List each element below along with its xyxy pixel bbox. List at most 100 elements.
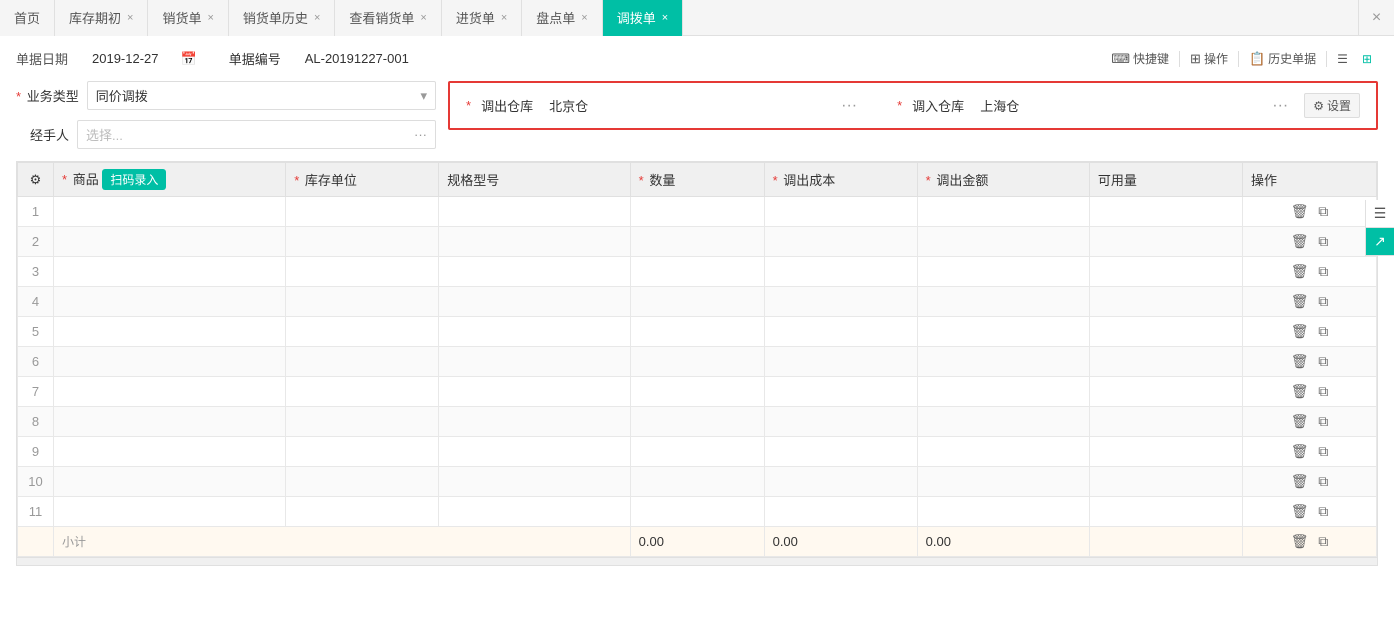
row-spec[interactable] — [439, 467, 630, 497]
subtotal-copy-icon[interactable]: ⧉ — [1318, 533, 1328, 549]
row-qty[interactable] — [630, 377, 764, 407]
row-product[interactable] — [54, 347, 286, 377]
tab-inventory-check[interactable]: 盘点单× — [522, 0, 602, 36]
tab-transfer[interactable]: 调拨单× — [603, 0, 683, 36]
row-cost[interactable] — [764, 497, 917, 527]
tab-close-sales-history[interactable]: × — [314, 12, 320, 24]
row-available[interactable] — [1089, 347, 1242, 377]
copy-row-button[interactable]: ⧉ — [1318, 473, 1328, 489]
tab-home[interactable]: 首页 — [0, 0, 55, 36]
row-qty[interactable] — [630, 287, 764, 317]
view-list-button[interactable]: ☰ — [1331, 50, 1354, 68]
row-spec[interactable] — [439, 407, 630, 437]
row-product[interactable] — [54, 437, 286, 467]
row-unit[interactable] — [286, 317, 439, 347]
row-amount[interactable] — [917, 197, 1089, 227]
row-cost[interactable] — [764, 467, 917, 497]
row-available[interactable] — [1089, 317, 1242, 347]
row-unit[interactable] — [286, 287, 439, 317]
row-qty[interactable] — [630, 407, 764, 437]
row-amount[interactable] — [917, 347, 1089, 377]
row-available[interactable] — [1089, 257, 1242, 287]
row-product[interactable] — [54, 257, 286, 287]
copy-row-button[interactable]: ⧉ — [1318, 503, 1328, 519]
subtotal-delete-icon[interactable]: 🗑 — [1291, 533, 1309, 549]
handler-more-icon[interactable]: ··· — [414, 127, 427, 142]
col-settings-header[interactable]: ⚙ — [18, 163, 54, 197]
operation-button[interactable]: ⊞ 操作 — [1184, 48, 1234, 69]
row-amount[interactable] — [917, 467, 1089, 497]
tab-close-transfer[interactable]: × — [662, 12, 668, 24]
row-amount[interactable] — [917, 497, 1089, 527]
row-unit[interactable] — [286, 497, 439, 527]
row-spec[interactable] — [439, 347, 630, 377]
row-cost[interactable] — [764, 317, 917, 347]
row-amount[interactable] — [917, 437, 1089, 467]
row-qty[interactable] — [630, 317, 764, 347]
row-product[interactable] — [54, 497, 286, 527]
row-amount[interactable] — [917, 227, 1089, 257]
tab-sales-order[interactable]: 销货单× — [148, 0, 228, 36]
transfer-in-more-icon[interactable]: ··· — [1272, 97, 1288, 115]
row-cost[interactable] — [764, 197, 917, 227]
row-product[interactable] — [54, 407, 286, 437]
delete-row-button[interactable]: 🗑 — [1291, 263, 1309, 279]
row-unit[interactable] — [286, 197, 439, 227]
copy-row-button[interactable]: ⧉ — [1318, 413, 1328, 429]
row-amount[interactable] — [917, 287, 1089, 317]
tab-view-sales[interactable]: 查看销货单× — [335, 0, 441, 36]
row-spec[interactable] — [439, 437, 630, 467]
row-product[interactable] — [54, 377, 286, 407]
row-cost[interactable] — [764, 437, 917, 467]
row-cost[interactable] — [764, 347, 917, 377]
view-grid-button[interactable]: ⊞ — [1356, 50, 1378, 68]
copy-row-button[interactable]: ⧉ — [1318, 323, 1328, 339]
delete-row-button[interactable]: 🗑 — [1291, 353, 1309, 369]
row-spec[interactable] — [439, 497, 630, 527]
delete-row-button[interactable]: 🗑 — [1291, 323, 1309, 339]
copy-row-button[interactable]: ⧉ — [1318, 293, 1328, 309]
copy-row-button[interactable]: ⧉ — [1318, 353, 1328, 369]
tab-sales-history[interactable]: 销货单历史× — [229, 0, 335, 36]
delete-row-button[interactable]: 🗑 — [1291, 203, 1309, 219]
delete-row-button[interactable]: 🗑 — [1291, 473, 1309, 489]
row-amount[interactable] — [917, 407, 1089, 437]
row-amount[interactable] — [917, 317, 1089, 347]
row-qty[interactable] — [630, 227, 764, 257]
delete-row-button[interactable]: 🗑 — [1291, 233, 1309, 249]
row-qty[interactable] — [630, 437, 764, 467]
row-product[interactable] — [54, 287, 286, 317]
row-amount[interactable] — [917, 257, 1089, 287]
horizontal-scrollbar[interactable] — [17, 557, 1377, 565]
row-qty[interactable] — [630, 467, 764, 497]
copy-row-button[interactable]: ⧉ — [1318, 383, 1328, 399]
row-unit[interactable] — [286, 467, 439, 497]
row-spec[interactable] — [439, 197, 630, 227]
tab-close-inventory-init[interactable]: × — [127, 12, 133, 24]
row-cost[interactable] — [764, 227, 917, 257]
sidebar-external-icon[interactable]: ↗ — [1366, 228, 1394, 256]
sidebar-list-icon[interactable]: ☰ — [1366, 200, 1394, 228]
copy-row-button[interactable]: ⧉ — [1318, 443, 1328, 459]
row-available[interactable] — [1089, 467, 1242, 497]
row-spec[interactable] — [439, 227, 630, 257]
row-available[interactable] — [1089, 227, 1242, 257]
scan-button[interactable]: 扫码录入 — [102, 169, 166, 190]
row-cost[interactable] — [764, 407, 917, 437]
row-product[interactable] — [54, 317, 286, 347]
row-available[interactable] — [1089, 437, 1242, 467]
delete-row-button[interactable]: 🗑 — [1291, 293, 1309, 309]
row-unit[interactable] — [286, 437, 439, 467]
row-qty[interactable] — [630, 497, 764, 527]
transfer-out-more-icon[interactable]: ··· — [841, 97, 857, 115]
row-qty[interactable] — [630, 197, 764, 227]
tab-close-purchase[interactable]: × — [501, 12, 507, 24]
row-qty[interactable] — [630, 257, 764, 287]
settings-button[interactable]: ⚙ 设置 — [1304, 93, 1360, 118]
close-all-tabs-button[interactable]: × — [1358, 0, 1394, 36]
row-product[interactable] — [54, 227, 286, 257]
row-cost[interactable] — [764, 377, 917, 407]
row-spec[interactable] — [439, 377, 630, 407]
row-cost[interactable] — [764, 287, 917, 317]
row-spec[interactable] — [439, 317, 630, 347]
